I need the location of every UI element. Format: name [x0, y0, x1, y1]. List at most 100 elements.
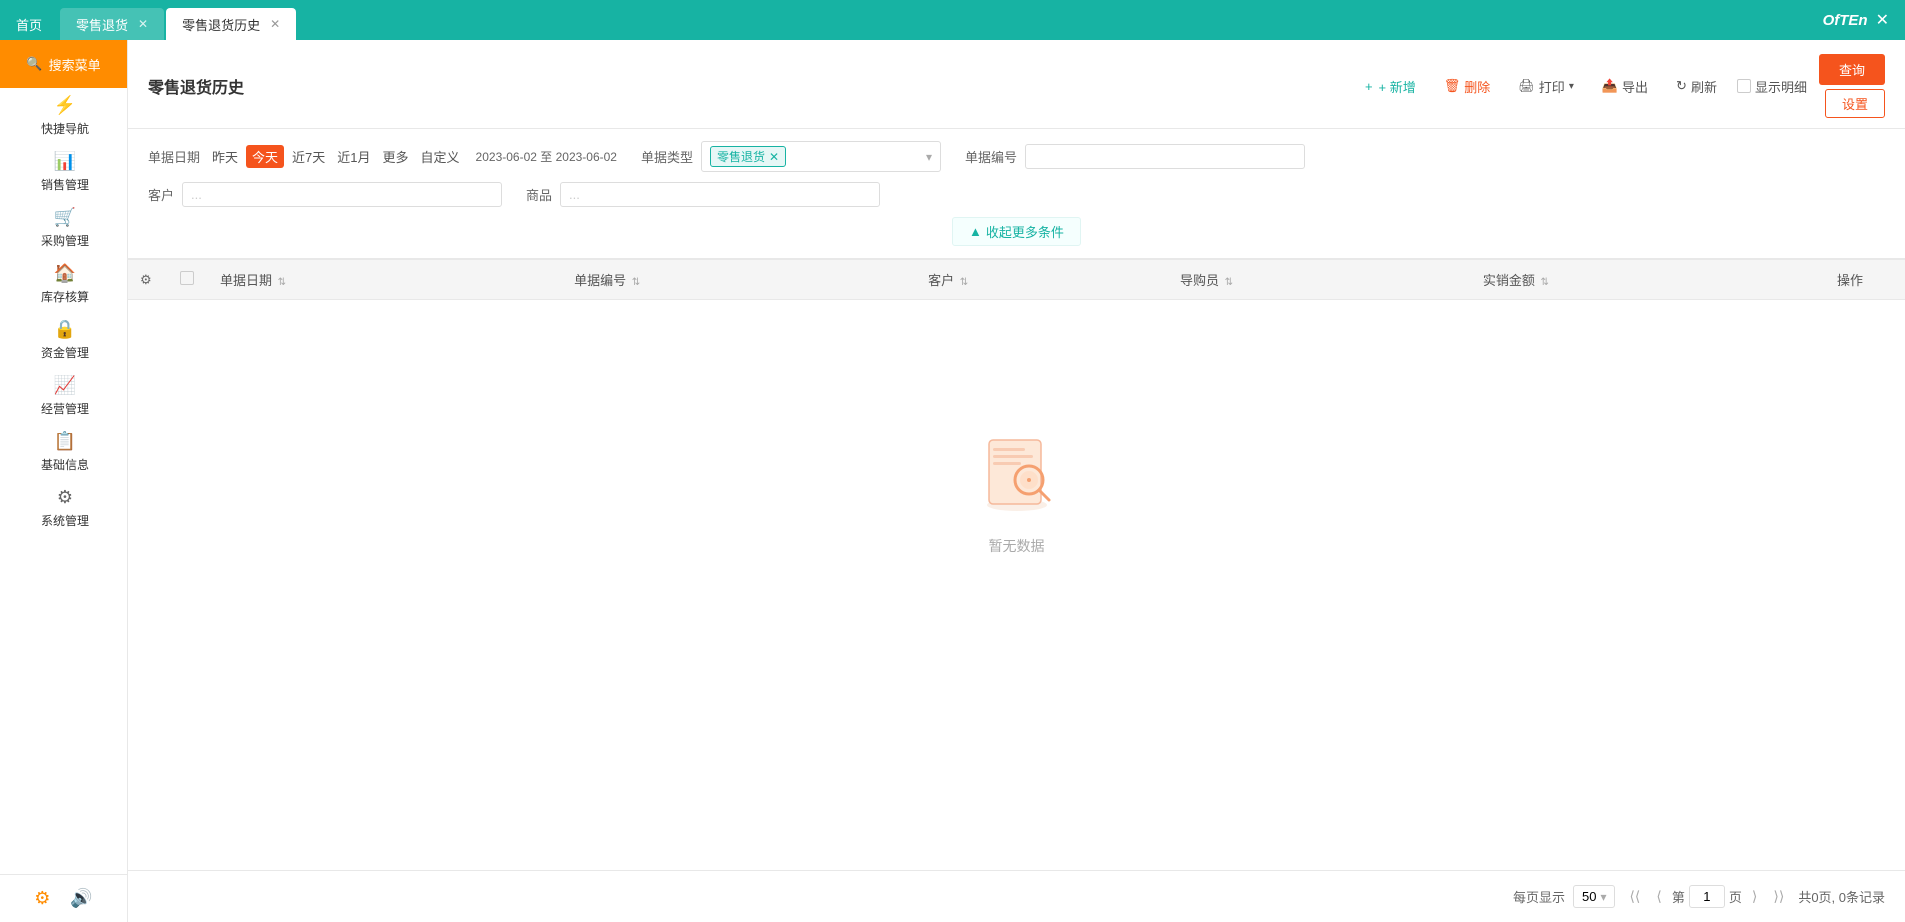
set-button[interactable]: 设置 — [1825, 89, 1885, 118]
tab-retail-return-history[interactable]: 零售退货历史 ✕ — [166, 8, 296, 40]
sidebar-item-sales[interactable]: 📊 销售管理 — [0, 144, 127, 200]
last-page-button[interactable]: ⟩⟩ — [1767, 885, 1790, 908]
first-page-button[interactable]: ⟨⟨ — [1623, 885, 1646, 908]
purchase-icon: 🛒 — [54, 207, 76, 228]
sort-amount-icon[interactable]: ⇅ — [1541, 277, 1549, 288]
settings-bottom-icon[interactable]: ⚙ — [34, 888, 50, 909]
sidebar-item-label: 基础信息 — [41, 456, 89, 473]
page-number-input[interactable] — [1689, 885, 1725, 908]
sidebar-item-shortcut[interactable]: ⚡ 快捷导航 — [0, 88, 127, 144]
doc-no-label: 单据编号 — [965, 147, 1017, 166]
tab-close-retail-return[interactable]: ✕ — [138, 17, 148, 31]
content-area: 零售退货历史 + + 新增 🗑 删除 🖨 打印 ▾ 📤 导出 — [128, 40, 1905, 922]
page-title: 零售退货历史 — [148, 74, 244, 98]
main-layout: 🔍 搜索菜单 ⚡ 快捷导航 📊 销售管理 🛒 采购管理 🏠 库存核算 🔒 资金管… — [0, 40, 1905, 922]
th-date: 单据日期 ⇅ — [208, 260, 562, 300]
print-button[interactable]: 🖨 打印 ▾ — [1510, 73, 1582, 100]
doc-no-filter: 单据编号 — [965, 144, 1305, 169]
sidebar-item-finance[interactable]: 🔒 资金管理 — [0, 312, 127, 368]
sidebar-item-operations[interactable]: 📈 经营管理 — [0, 368, 127, 424]
sidebar-item-purchase[interactable]: 🛒 采购管理 — [0, 200, 127, 256]
empty-state: 暂无数据 — [128, 340, 1905, 636]
th-settings[interactable]: ⚙ — [128, 260, 168, 300]
volume-icon[interactable]: 🔊 — [70, 888, 92, 909]
window-close-icon[interactable]: ✕ — [1876, 10, 1889, 30]
select-all-checkbox[interactable] — [180, 271, 194, 285]
th-doc-no: 单据编号 ⇅ — [562, 260, 916, 300]
finance-icon: 🔒 — [54, 319, 76, 340]
sort-guide-icon[interactable]: ⇅ — [1225, 277, 1233, 288]
sidebar-item-system[interactable]: ⚙ 系统管理 — [0, 480, 127, 536]
sidebar-item-label: 库存核算 — [41, 288, 89, 305]
filter-row-2: 客户 ... 商品 ... — [148, 182, 1885, 207]
sidebar-item-label: 经营管理 — [41, 400, 89, 417]
operations-icon: 📈 — [54, 375, 76, 396]
customer-filter: 客户 ... — [148, 182, 502, 207]
date-range-display: 2023-06-02 至 2023-06-02 — [476, 148, 617, 165]
doc-no-input[interactable] — [1025, 144, 1305, 169]
export-button[interactable]: 📤 导出 — [1594, 73, 1656, 100]
date-btn-1month[interactable]: 近1月 — [333, 145, 374, 168]
search-menu[interactable]: 🔍 搜索菜单 — [0, 40, 127, 88]
th-checkbox[interactable] — [168, 260, 208, 300]
date-btn-yesterday[interactable]: 昨天 — [208, 145, 242, 168]
tag-close-icon[interactable]: ✕ — [769, 150, 779, 164]
filter-row-1: 单据日期 昨天 今天 近7天 近1月 更多 自定义 2023-06-02 至 2… — [148, 141, 1885, 172]
per-page-label: 每页显示 — [1513, 887, 1565, 906]
table-settings-icon[interactable]: ⚙ — [140, 272, 152, 287]
refresh-icon: ↻ — [1676, 78, 1687, 94]
display-checkbox[interactable] — [1737, 79, 1751, 93]
sidebar-item-basic-info[interactable]: 📋 基础信息 — [0, 424, 127, 480]
date-btn-today[interactable]: 今天 — [246, 145, 284, 168]
select-chevron-icon: ▾ — [926, 150, 932, 164]
collapse-icon: ▲ — [969, 224, 982, 239]
tab-close-retail-return-history[interactable]: ✕ — [270, 17, 280, 31]
goods-input[interactable]: ... — [560, 182, 880, 207]
tab-home[interactable]: 首页 — [0, 8, 58, 40]
goods-label: 商品 — [526, 185, 552, 204]
page-navigation: ⟨⟨ ⟨ 第 页 ⟩ ⟩⟩ — [1623, 885, 1790, 908]
sidebar-bottom: ⚙ 🔊 — [0, 874, 127, 922]
refresh-button[interactable]: ↻ 刷新 — [1668, 73, 1725, 100]
th-customer: 客户 ⇅ — [916, 260, 1168, 300]
page-label: 第 — [1672, 887, 1685, 906]
next-page-button[interactable]: ⟩ — [1746, 885, 1763, 908]
sort-date-icon[interactable]: ⇅ — [278, 277, 286, 288]
doc-type-tag: 零售退货 ✕ — [710, 146, 786, 167]
date-btn-more[interactable]: 更多 — [379, 145, 413, 168]
data-table: ⚙ 单据日期 ⇅ 单据编号 ⇅ — [128, 259, 1905, 676]
date-buttons: 昨天 今天 近7天 近1月 更多 自定义 — [208, 145, 464, 168]
total-info: 共0页, 0条记录 — [1798, 887, 1885, 906]
page-unit: 页 — [1729, 887, 1742, 906]
sort-customer-icon[interactable]: ⇅ — [960, 277, 968, 288]
sort-docno-icon[interactable]: ⇅ — [632, 277, 640, 288]
doc-type-filter: 单据类型 零售退货 ✕ ▾ — [641, 141, 941, 172]
per-page-select[interactable]: 50 ▾ — [1573, 885, 1616, 908]
add-icon: + — [1365, 79, 1373, 94]
doc-type-select[interactable]: 零售退货 ✕ ▾ — [701, 141, 941, 172]
sidebar-item-inventory[interactable]: 🏠 库存核算 — [0, 256, 127, 312]
tab-bar: 首页 零售退货 ✕ 零售退货历史 ✕ — [0, 0, 1823, 40]
collapse-button[interactable]: ▲ 收起更多条件 — [952, 217, 1081, 246]
delete-button[interactable]: 🗑 删除 — [1436, 73, 1499, 100]
date-btn-7days[interactable]: 近7天 — [288, 145, 329, 168]
add-button[interactable]: + + 新增 — [1357, 73, 1424, 100]
prev-page-button[interactable]: ⟨ — [1650, 885, 1667, 908]
sidebar-item-label: 采购管理 — [41, 232, 89, 249]
basic-info-icon: 📋 — [54, 431, 76, 452]
tab-retail-return[interactable]: 零售退货 ✕ — [60, 8, 164, 40]
search-icon: 🔍 — [26, 56, 42, 72]
date-btn-custom[interactable]: 自定义 — [417, 145, 464, 168]
th-guide: 导购员 ⇅ — [1168, 260, 1471, 300]
print-chevron-icon: ▾ — [1569, 81, 1574, 92]
system-icon: ⚙ — [57, 487, 73, 508]
customer-input[interactable]: ... — [182, 182, 502, 207]
pagination-bar: 每页显示 50 ▾ ⟨⟨ ⟨ 第 页 ⟩ ⟩⟩ 共0页, 0条记录 — [128, 870, 1905, 922]
display-toggle[interactable]: 显示明细 — [1737, 77, 1807, 96]
empty-text: 暂无数据 — [989, 536, 1045, 556]
customer-label: 客户 — [148, 185, 174, 204]
query-button[interactable]: 查询 — [1819, 54, 1885, 85]
per-page-chevron-icon: ▾ — [1600, 890, 1606, 904]
print-icon: 🖨 — [1518, 78, 1535, 94]
date-label: 单据日期 — [148, 147, 200, 166]
